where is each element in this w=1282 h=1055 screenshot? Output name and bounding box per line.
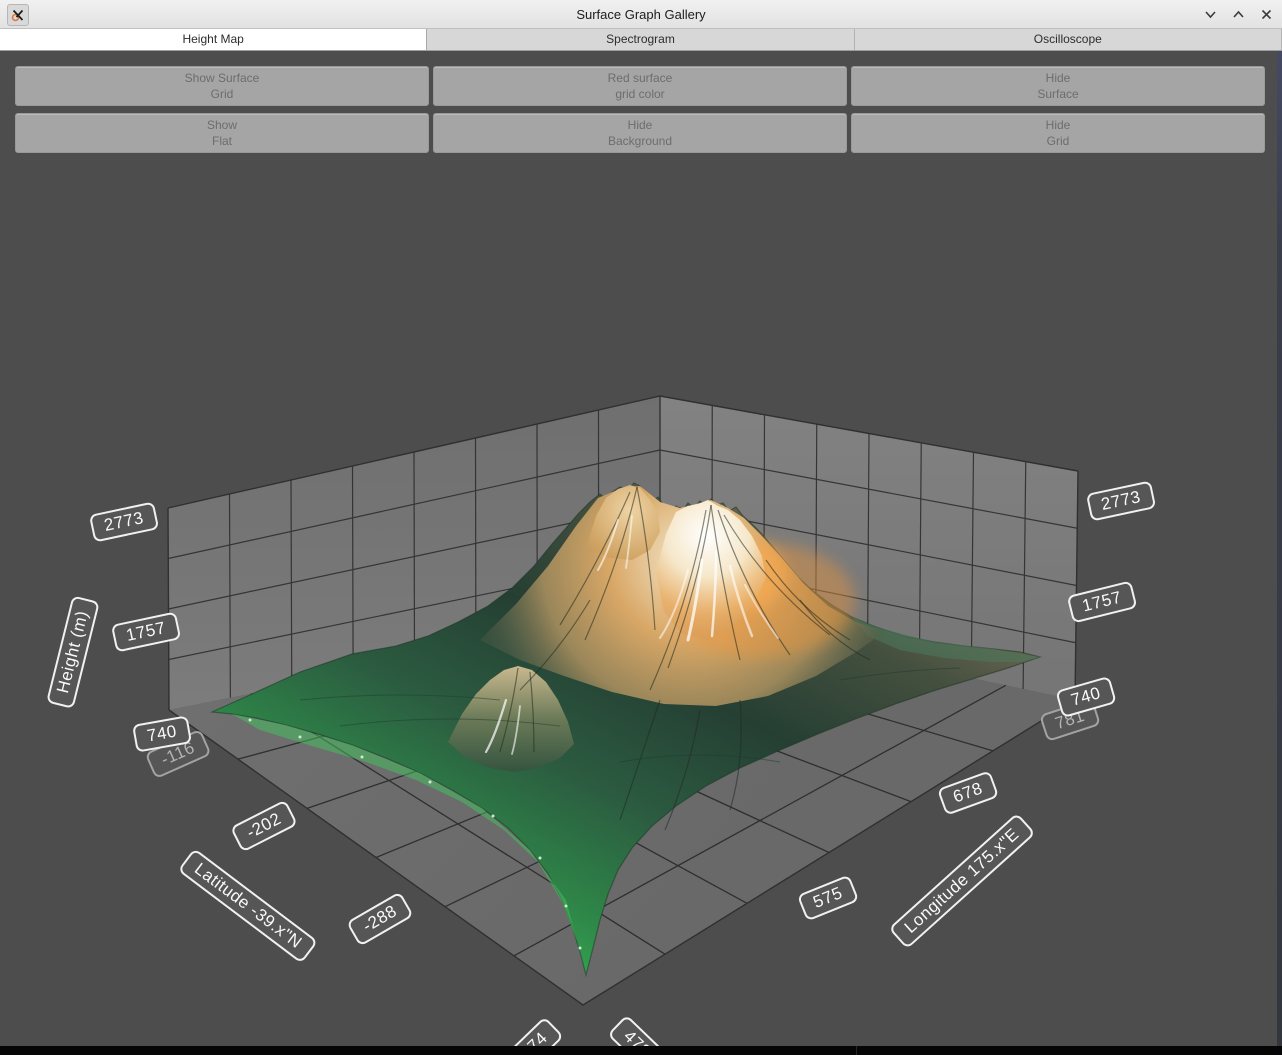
button-label: Flat xyxy=(16,133,428,149)
screen-bottom-strip xyxy=(0,1046,1282,1055)
surface-3d-view[interactable] xyxy=(0,0,1282,1055)
app-window: -116 781 2773 1757 740 Height (m) -202 -… xyxy=(0,0,1282,1055)
toolbar: Show Surface Grid Red surface grid color… xyxy=(15,66,1265,153)
hide-grid-button[interactable]: Hide Grid xyxy=(851,113,1265,153)
button-label: Hide xyxy=(434,117,846,133)
button-label: Red surface xyxy=(434,70,846,86)
title-bar: Surface Graph Gallery xyxy=(0,0,1282,29)
tab-bar: Height Map Spectrogram Oscilloscope xyxy=(0,28,1282,51)
button-label: grid color xyxy=(434,86,846,102)
close-button[interactable] xyxy=(1258,6,1274,22)
button-label: Grid xyxy=(852,133,1264,149)
window-title: Surface Graph Gallery xyxy=(576,7,705,22)
red-surface-grid-color-button[interactable]: Red surface grid color xyxy=(433,66,847,106)
maximize-button[interactable] xyxy=(1230,6,1246,22)
button-label: Hide xyxy=(852,117,1264,133)
hide-surface-button[interactable]: Hide Surface xyxy=(851,66,1265,106)
button-label: Grid xyxy=(16,86,428,102)
show-flat-button[interactable]: Show Flat xyxy=(15,113,429,153)
button-label: Show Surface xyxy=(16,70,428,86)
app-icon xyxy=(7,4,29,26)
button-label: Background xyxy=(434,133,846,149)
minimize-button[interactable] xyxy=(1202,6,1218,22)
show-surface-grid-button[interactable]: Show Surface Grid xyxy=(15,66,429,106)
button-label: Show xyxy=(16,117,428,133)
tab-spectrogram[interactable]: Spectrogram xyxy=(427,28,854,50)
button-label: Hide xyxy=(852,70,1264,86)
tab-oscilloscope[interactable]: Oscilloscope xyxy=(855,28,1282,50)
strip-divider xyxy=(856,1046,857,1055)
tab-height-map[interactable]: Height Map xyxy=(0,28,427,50)
hide-background-button[interactable]: Hide Background xyxy=(433,113,847,153)
desktop-edge-sliver xyxy=(1277,50,1282,1046)
button-label: Surface xyxy=(852,86,1264,102)
window-controls xyxy=(1202,0,1274,28)
